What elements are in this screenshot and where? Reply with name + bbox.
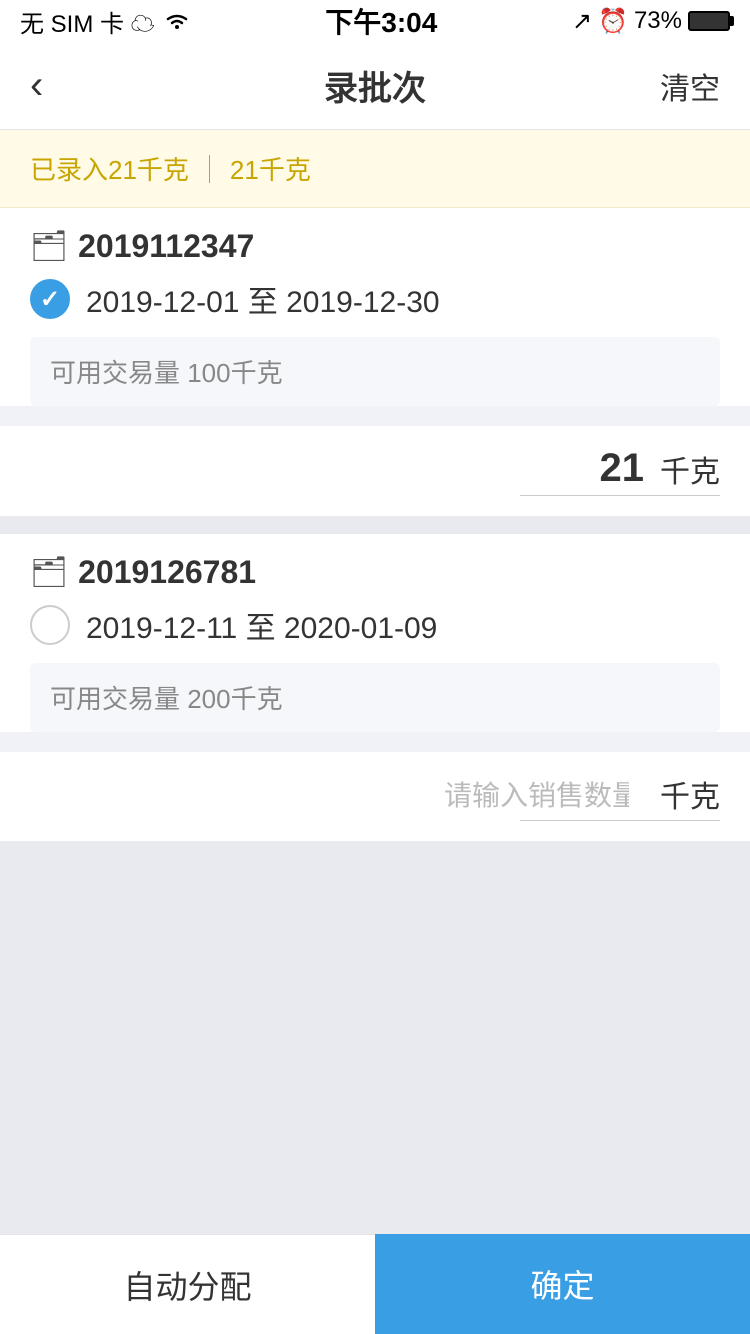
- batch-2-id-icon: 🗂: [30, 555, 68, 590]
- back-button[interactable]: ‹: [30, 63, 90, 108]
- alarm-icon: ⏰: [598, 7, 628, 36]
- batch-2-input-row[interactable]: 千克: [0, 752, 750, 843]
- confirm-button[interactable]: 确定: [375, 1234, 750, 1334]
- wifi-icon: [163, 11, 191, 31]
- batch-2-date: 2019-12-11 至 2020-01-09: [86, 603, 437, 647]
- clear-button[interactable]: 清空: [660, 64, 720, 108]
- batch-2-radio[interactable]: [30, 605, 70, 645]
- batch-2-available: 可用交易量 200千克: [30, 663, 720, 732]
- bottom-bar: 自动分配 确定: [0, 1234, 750, 1334]
- batch-1-radio[interactable]: [30, 279, 70, 319]
- batch-1-id: 2019112347: [78, 228, 254, 265]
- batch-1-header: 🗂 2019112347: [30, 228, 720, 265]
- battery-percent: 73%: [634, 7, 682, 35]
- batch-1-amount-value: 21: [600, 446, 645, 491]
- batch-1-available: 可用交易量 100千克: [30, 337, 720, 406]
- batch-2-unit: 千克: [660, 772, 720, 816]
- gray-area: [0, 843, 750, 1243]
- batch-1-id-icon: 🗂: [30, 229, 68, 264]
- info-divider: [209, 155, 210, 183]
- batch-2-underline: [520, 820, 720, 821]
- section-separator: [0, 518, 750, 534]
- status-left: 无 SIM 卡 ☁: [20, 4, 191, 39]
- status-right: ↗ ⏰ 73%: [572, 7, 730, 36]
- batch-2-qty-input[interactable]: [444, 775, 644, 814]
- batch-item-1: 🗂 2019112347 2019-12-01 至 2019-12-30 可用交…: [0, 208, 750, 406]
- batch-1-underline: [520, 495, 720, 496]
- info-recorded-label: 已录入21千克: [30, 150, 189, 187]
- batch-1-amount-container: 21 千克: [520, 446, 720, 496]
- auto-distribute-button[interactable]: 自动分配: [0, 1234, 375, 1334]
- status-bar: 无 SIM 卡 ☁ 下午3:04 ↗ ⏰ 73%: [0, 0, 750, 42]
- batch-1-date: 2019-12-01 至 2019-12-30: [86, 277, 440, 321]
- status-time: 下午3:04: [325, 1, 437, 41]
- batch-2-date-row[interactable]: 2019-12-11 至 2020-01-09: [30, 603, 720, 647]
- location-icon: ↗: [572, 7, 592, 36]
- batch-2-id: 2019126781: [78, 554, 256, 591]
- batch-1-date-row[interactable]: 2019-12-01 至 2019-12-30: [30, 277, 720, 321]
- batch-2-header: 🗂 2019126781: [30, 554, 720, 591]
- batch-2-input-container: 千克: [444, 772, 720, 821]
- batch-1-amount-unit: 千克: [660, 447, 720, 491]
- sim-label: 无 SIM 卡 ☁: [20, 4, 155, 39]
- page-title: 录批次: [324, 61, 426, 110]
- batch-1-amount-row: 21 千克: [0, 426, 750, 518]
- info-value: 21千克: [230, 150, 311, 187]
- battery-icon: [688, 11, 730, 31]
- batch-item-2: 🗂 2019126781 2019-12-11 至 2020-01-09 可用交…: [0, 534, 750, 732]
- info-banner: 已录入21千克 21千克: [0, 130, 750, 208]
- nav-bar: ‹ 录批次 清空: [0, 42, 750, 130]
